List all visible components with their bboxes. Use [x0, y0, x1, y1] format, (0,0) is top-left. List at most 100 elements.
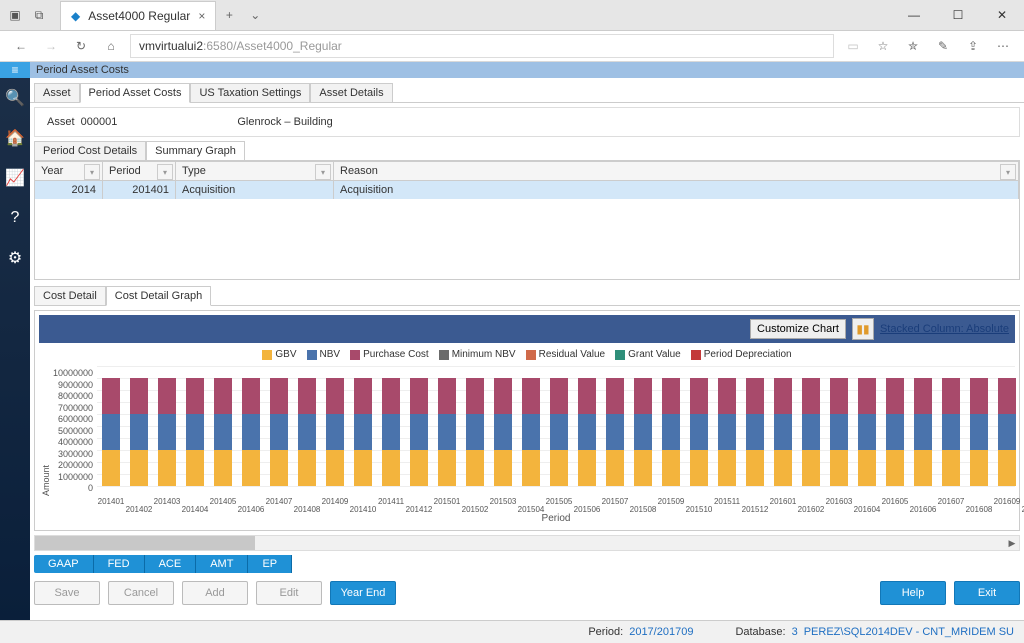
legend-swatch	[262, 350, 272, 360]
book-tab-gaap[interactable]: GAAP	[34, 555, 94, 573]
save-button[interactable]: Save	[34, 581, 100, 605]
legend-swatch	[615, 350, 625, 360]
window-restore1-icon[interactable]: ▣	[6, 6, 24, 24]
col-type[interactable]: Type▾	[176, 162, 334, 180]
close-window-button[interactable]: ✕	[980, 0, 1024, 30]
subtab-strip: Period Cost Details Summary Graph	[34, 141, 1020, 161]
status-db-value[interactable]: PEREZ\SQL2014DEV - CNT_MRIDEM SU	[804, 626, 1014, 638]
address-bar[interactable]: vmvirtualui2:6580/Asset4000_Regular	[130, 34, 834, 58]
help-icon[interactable]: ?	[0, 198, 30, 238]
sidebar: ≡ 🔍 🏠 📈 ? ⚙	[0, 62, 30, 623]
browser-navbar: ← → ↻ ⌂ vmvirtualui2:6580/Asset4000_Regu…	[0, 31, 1024, 62]
filter-icon[interactable]: ▾	[315, 164, 331, 180]
share-icon[interactable]: ⇪	[962, 35, 984, 57]
settings-gear-icon[interactable]: ⚙	[0, 238, 30, 278]
back-button[interactable]: ←	[10, 35, 32, 57]
status-db-label: Database:	[735, 626, 785, 638]
asset-name: Glenrock – Building	[237, 116, 332, 128]
add-button[interactable]: Add	[182, 581, 248, 605]
forward-button[interactable]: →	[40, 35, 62, 57]
legend-swatch	[691, 350, 701, 360]
chart-type-link[interactable]: Stacked Column: Absolute	[880, 323, 1009, 335]
new-tab-button[interactable]: +	[216, 2, 242, 28]
filter-icon[interactable]: ▾	[1000, 164, 1016, 180]
x-axis-title: Period	[97, 513, 1015, 524]
asset-label: Asset	[47, 116, 75, 128]
tab-cost-detail[interactable]: Cost Detail	[34, 286, 106, 305]
book-tab-amt[interactable]: AMT	[196, 555, 248, 573]
chart-plot: 2014012014022014032014042014052014062014…	[97, 366, 1015, 526]
home-nav-icon[interactable]: 🏠	[0, 118, 30, 158]
home-button[interactable]: ⌂	[100, 35, 122, 57]
legend-swatch	[350, 350, 360, 360]
col-year[interactable]: Year▾	[35, 162, 103, 180]
y-axis-ticks: 1000000090000008000000700000060000005000…	[53, 366, 93, 493]
tab-asset-details[interactable]: Asset Details	[310, 83, 392, 102]
cancel-button[interactable]: Cancel	[108, 581, 174, 605]
url-port: :6580	[203, 39, 233, 53]
help-button[interactable]: Help	[880, 581, 946, 605]
hamburger-icon[interactable]: ≡	[0, 62, 30, 78]
scroll-right-icon[interactable]: ▶	[1005, 536, 1019, 550]
col-reason[interactable]: Reason▾	[334, 162, 1019, 180]
book-tab-fed[interactable]: FED	[94, 555, 145, 573]
breadcrumb: Period Asset Costs	[30, 62, 1024, 78]
refresh-button[interactable]: ↻	[70, 35, 92, 57]
book-tab-ep[interactable]: EP	[248, 555, 292, 573]
action-buttons: Save Cancel Add Edit Year End Help Exit	[30, 577, 1024, 609]
exit-button[interactable]: Exit	[954, 581, 1020, 605]
tab-cost-detail-graph[interactable]: Cost Detail Graph	[106, 286, 211, 306]
report-icon[interactable]: 📈	[0, 158, 30, 198]
url-host: vmvirtualui2	[139, 39, 203, 53]
notes-icon[interactable]: ✎	[932, 35, 954, 57]
table-row[interactable]: 2014 201401 Acquisition Acquisition	[35, 181, 1019, 199]
filter-icon[interactable]: ▾	[157, 164, 173, 180]
customize-chart-button[interactable]: Customize Chart	[750, 319, 846, 339]
book-tab-ace[interactable]: ACE	[145, 555, 197, 573]
asset-header-panel: Asset 000001 Glenrock – Building	[34, 107, 1020, 137]
edit-button[interactable]: Edit	[256, 581, 322, 605]
browser-tab[interactable]: ◆ Asset4000 Regular ×	[60, 1, 216, 30]
tab-close-icon[interactable]: ×	[198, 9, 205, 23]
tab-title: Asset4000 Regular	[88, 9, 190, 23]
scroll-thumb[interactable]	[35, 536, 255, 550]
url-path: /Asset4000_Regular	[233, 39, 342, 53]
reading-view-icon[interactable]: ▭	[842, 35, 864, 57]
grid-header: Year▾ Period▾ Type▾ Reason▾	[35, 162, 1019, 181]
status-bar: Period: 2017/201709 Database: 3 PEREZ\SQ…	[0, 620, 1024, 643]
legend-swatch	[439, 350, 449, 360]
favorites-hub-icon[interactable]: ✮	[902, 35, 924, 57]
chart-toolbar: Customize Chart ▮▮ Stacked Column: Absol…	[39, 315, 1015, 343]
chart-type-icon[interactable]: ▮▮	[852, 318, 874, 340]
book-tabs: GAAP FED ACE AMT EP	[34, 555, 1020, 573]
year-end-button[interactable]: Year End	[330, 581, 396, 605]
favorite-star-icon[interactable]: ☆	[872, 35, 894, 57]
tab-us-taxation[interactable]: US Taxation Settings	[190, 83, 310, 102]
tab-asset[interactable]: Asset	[34, 83, 80, 102]
status-period-value[interactable]: 2017/201709	[629, 626, 693, 638]
grid-empty-area	[35, 199, 1019, 279]
tab-period-asset-costs[interactable]: Period Asset Costs	[80, 83, 191, 103]
status-period-label: Period:	[588, 626, 623, 638]
window-restore2-icon[interactable]: ⧉	[30, 6, 48, 24]
minimize-button[interactable]: —	[892, 0, 936, 30]
more-icon[interactable]: ⋯	[992, 35, 1014, 57]
tab-menu-icon[interactable]: ⌄	[242, 2, 268, 28]
filter-icon[interactable]: ▾	[84, 164, 100, 180]
lower-tabstrip: Cost Detail Cost Detail Graph	[34, 286, 1020, 306]
maximize-button[interactable]: ☐	[936, 0, 980, 30]
horizontal-scrollbar[interactable]: ◀ ▶	[34, 535, 1020, 551]
asset-id: 000001	[81, 116, 118, 128]
search-icon[interactable]: 🔍	[0, 78, 30, 118]
legend-swatch	[307, 350, 317, 360]
y-axis-label: Amount	[39, 366, 53, 526]
chart-panel: Customize Chart ▮▮ Stacked Column: Absol…	[34, 310, 1020, 531]
chart-bars	[97, 366, 1015, 486]
col-period[interactable]: Period▾	[103, 162, 176, 180]
favicon-icon: ◆	[71, 9, 80, 23]
subtab-summary-graph[interactable]: Summary Graph	[146, 141, 245, 160]
browser-titlebar: ▣ ⧉ ◆ Asset4000 Regular × + ⌄ — ☐ ✕	[0, 0, 1024, 31]
cell-type: Acquisition	[176, 181, 334, 199]
chart-legend: GBV NBV Purchase Cost Minimum NBV Residu…	[39, 343, 1015, 366]
subtab-period-cost-details[interactable]: Period Cost Details	[34, 141, 146, 160]
